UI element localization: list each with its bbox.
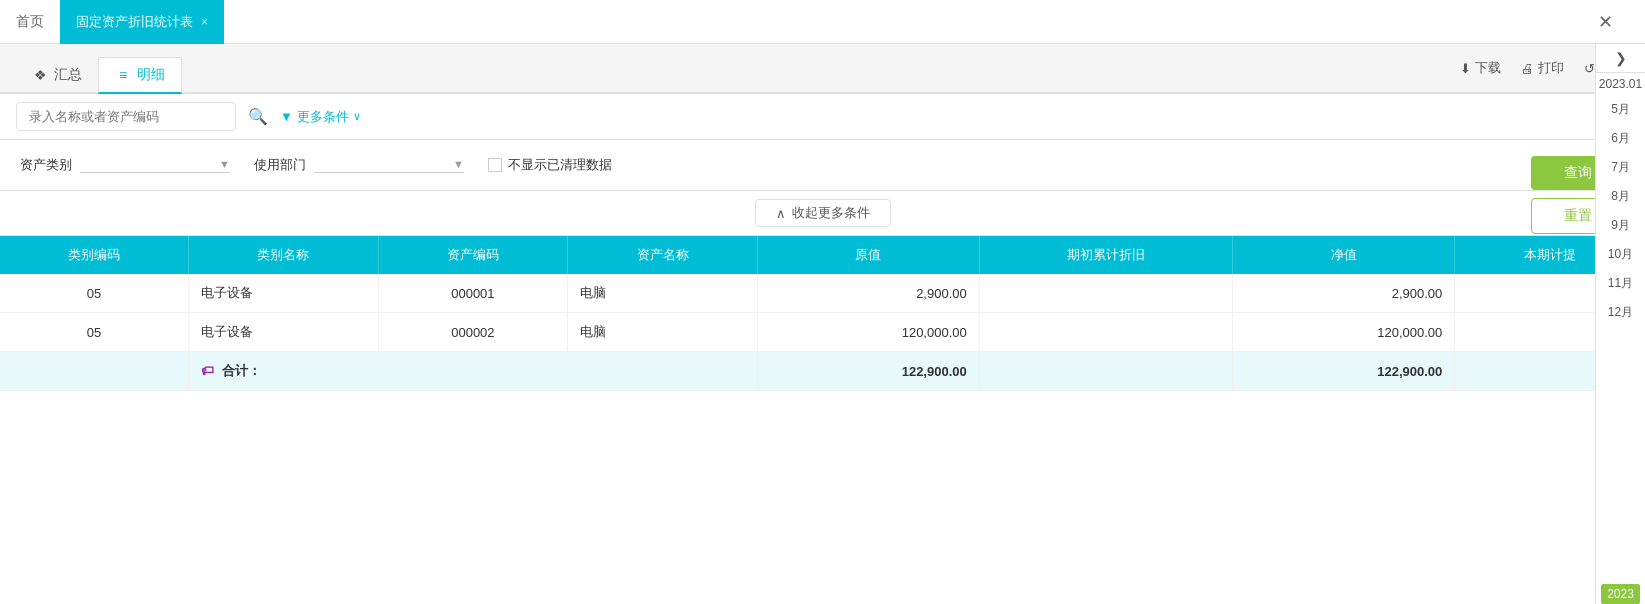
collapse-label: 收起更多条件 <box>792 204 870 222</box>
top-nav: 首页 固定资产折旧统计表 × ✕ <box>0 0 1645 44</box>
download-icon: ⬇ <box>1460 61 1471 76</box>
month-item[interactable]: 11月 <box>1596 269 1645 298</box>
summary-row: 🏷 合计： 122,900.00 122,900.00 <box>0 352 1645 391</box>
chevron-down-icon: ∨ <box>353 110 361 123</box>
asset-category-arrow-icon[interactable]: ▼ <box>219 158 230 170</box>
more-conditions-label: 更多条件 <box>297 108 349 126</box>
cell-original-value: 120,000.00 <box>757 313 979 352</box>
col-header-asset-name: 资产名称 <box>568 236 758 274</box>
tab-summary[interactable]: ❖ 汇总 <box>16 58 98 94</box>
chevron-up-icon: ∧ <box>776 206 786 221</box>
search-input[interactable] <box>16 102 236 131</box>
asset-category-field: 资产类别 ▼ <box>20 156 230 174</box>
right-panel-arrow-icon[interactable]: ❯ <box>1615 50 1627 66</box>
department-arrow-icon[interactable]: ▼ <box>453 158 464 170</box>
cell-asset-name: 电脑 <box>568 313 758 352</box>
print-icon: 🖨 <box>1521 61 1534 76</box>
month-item[interactable]: 7月 <box>1596 153 1645 182</box>
collapse-button[interactable]: ∧ 收起更多条件 <box>755 199 891 227</box>
detail-tab-label: 明细 <box>137 66 165 84</box>
month-list: 5月6月7月8月9月10月11月12月 <box>1596 95 1645 327</box>
date-label: 2023.01 <box>1591 73 1645 95</box>
layers-icon: ❖ <box>32 67 48 83</box>
month-item[interactable]: 9月 <box>1596 211 1645 240</box>
print-label: 打印 <box>1538 59 1564 77</box>
hide-cleared-label: 不显示已清理数据 <box>508 156 612 174</box>
main-content: ❖ 汇总 ≡ 明细 ⬇ 下载 🖨 打印 ↺ 刷 <box>0 44 1645 604</box>
cell-category-code: 05 <box>0 313 188 352</box>
summary-label-cell: 🏷 合计： <box>188 352 757 391</box>
hide-cleared-field: 不显示已清理数据 <box>488 156 612 174</box>
summary-icon: 🏷 <box>201 363 214 378</box>
col-header-original-value: 原值 <box>757 236 979 274</box>
department-field: 使用部门 ▼ <box>254 156 464 174</box>
hide-cleared-checkbox[interactable] <box>488 158 502 172</box>
year-badge: 2023 <box>1601 584 1640 604</box>
summary-label: 合计： <box>222 363 261 378</box>
cell-asset-code: 000002 <box>378 313 568 352</box>
tab-detail[interactable]: ≡ 明细 <box>98 57 182 94</box>
cell-asset-name: 电脑 <box>568 274 758 313</box>
month-item[interactable]: 6月 <box>1596 124 1645 153</box>
download-button[interactable]: ⬇ 下载 <box>1460 59 1501 77</box>
cell-accumulated-depreciation <box>979 313 1233 352</box>
summary-original-value: 122,900.00 <box>757 352 979 391</box>
summary-icon-cell <box>0 352 188 391</box>
summary-accumulated-depreciation <box>979 352 1233 391</box>
month-item[interactable]: 5月 <box>1596 95 1645 124</box>
home-link[interactable]: 首页 <box>16 13 60 31</box>
cell-category-name: 电子设备 <box>188 313 378 352</box>
col-header-accumulated-depreciation: 期初累计折旧 <box>979 236 1233 274</box>
department-label: 使用部门 <box>254 156 306 174</box>
col-header-asset-code: 资产编码 <box>378 236 568 274</box>
table-row: 05 电子设备 000002 电脑 120,000.00 120,000.00 <box>0 313 1645 352</box>
filter-panel: 资产类别 ▼ 使用部门 ▼ 不显示已清理数据 <box>0 140 1645 191</box>
cell-category-name: 电子设备 <box>188 274 378 313</box>
cell-category-code: 05 <box>0 274 188 313</box>
search-bar: 🔍 ▼ 更多条件 ∨ <box>0 94 1645 140</box>
col-header-category-code: 类别编码 <box>0 236 188 274</box>
download-label: 下载 <box>1475 59 1501 77</box>
window-close-button[interactable]: ✕ <box>1582 11 1629 33</box>
summary-tab-label: 汇总 <box>54 66 82 84</box>
cell-asset-code: 000001 <box>378 274 568 313</box>
data-table: 类别编码 类别名称 资产编码 资产名称 原值 期初累计折旧 净值 本期计提 05… <box>0 236 1645 391</box>
summary-net-value: 122,900.00 <box>1233 352 1455 391</box>
month-item[interactable]: 12月 <box>1596 298 1645 327</box>
search-icon[interactable]: 🔍 <box>248 107 268 126</box>
filter-icon: ▼ <box>280 109 293 124</box>
table-header-row: 类别编码 类别名称 资产编码 资产名称 原值 期初累计折旧 净值 本期计提 <box>0 236 1645 274</box>
cell-original-value: 2,900.00 <box>757 274 979 313</box>
filter-row: 资产类别 ▼ 使用部门 ▼ 不显示已清理数据 <box>20 156 1625 174</box>
col-header-category-name: 类别名称 <box>188 236 378 274</box>
data-table-wrapper: 类别编码 类别名称 资产编码 资产名称 原值 期初累计折旧 净值 本期计提 05… <box>0 236 1645 604</box>
table-row: 05 电子设备 000001 电脑 2,900.00 2,900.00 <box>0 274 1645 313</box>
month-item[interactable]: 10月 <box>1596 240 1645 269</box>
asset-category-label: 资产类别 <box>20 156 72 174</box>
right-panel: ❯ 2023.01 5月6月7月8月9月10月11月12月 2023 <box>1595 44 1645 604</box>
col-header-net-value: 净值 <box>1233 236 1455 274</box>
collapse-bar: ∧ 收起更多条件 <box>0 191 1645 236</box>
print-button[interactable]: 🖨 打印 <box>1521 59 1564 77</box>
tab-close-button[interactable]: × <box>201 15 208 29</box>
cell-accumulated-depreciation <box>979 274 1233 313</box>
month-item[interactable]: 8月 <box>1596 182 1645 211</box>
cell-net-value: 120,000.00 <box>1233 313 1455 352</box>
list-icon: ≡ <box>115 67 131 83</box>
cell-net-value: 2,900.00 <box>1233 274 1455 313</box>
tab-label: 固定资产折旧统计表 <box>76 13 193 31</box>
active-tab[interactable]: 固定资产折旧统计表 × <box>60 0 224 44</box>
more-conditions-button[interactable]: ▼ 更多条件 ∨ <box>280 108 361 126</box>
